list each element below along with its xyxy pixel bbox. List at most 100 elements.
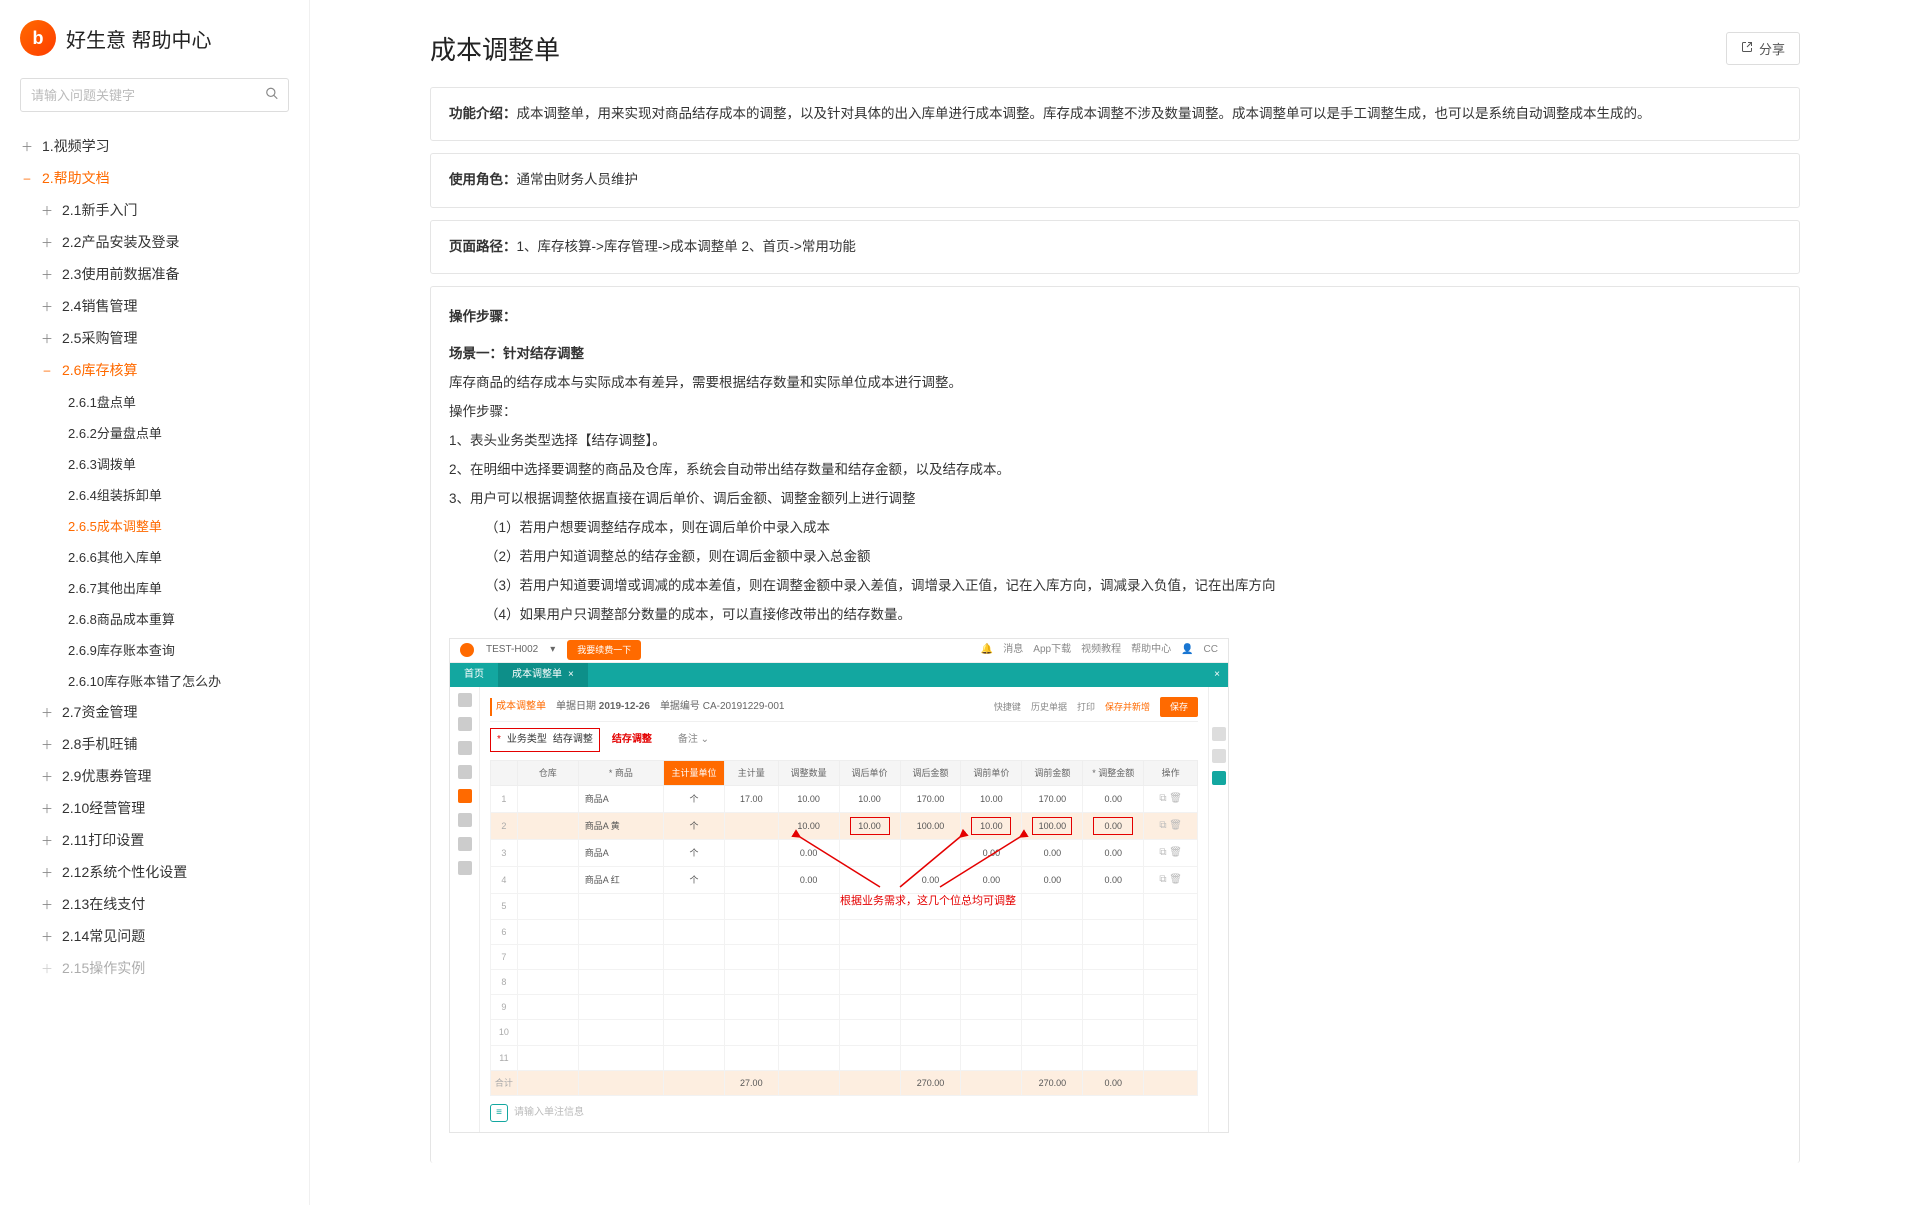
minus-icon: – — [20, 171, 34, 185]
nav-item-269[interactable]: 2.6.9库存账本查询 — [20, 634, 289, 665]
nav-item-267[interactable]: 2.6.7其他出库单 — [20, 572, 289, 603]
nav-item-265-current[interactable]: 2.6.5成本调整单 — [20, 510, 289, 541]
share-label: 分享 — [1759, 39, 1785, 58]
nav-item-22[interactable]: ＋2.2产品安装及登录 — [20, 226, 289, 258]
avatar-icon: 👤 — [1181, 641, 1193, 659]
sum-qty: 27.00 — [725, 1070, 779, 1095]
nav-item-docs[interactable]: –2.帮助文档 — [20, 162, 289, 194]
nav-item-264[interactable]: 2.6.4组装拆卸单 — [20, 479, 289, 510]
nav-item-213[interactable]: ＋2.13在线支付 — [20, 888, 289, 920]
annotation-1: 结存调整 — [612, 731, 652, 749]
main-content: 成本调整单 分享 功能介绍：成本调整单，用来实现对商品结存成本的调整，以及针对具… — [310, 0, 1920, 1205]
brand-logo-icon: b — [20, 20, 56, 56]
shot-topbar: TEST-H002 ▾ 我要续费一下 🔔消息 App下载 视频教程 帮助中心 👤… — [450, 639, 1228, 663]
brand-row: b 好生意 帮助中心 — [20, 20, 289, 56]
nav-item-25[interactable]: ＋2.5采购管理 — [20, 322, 289, 354]
nav-item-21[interactable]: ＋2.1新手入门 — [20, 194, 289, 226]
rail-icon — [458, 813, 472, 827]
plus-icon: ＋ — [40, 203, 54, 217]
nav-item-214[interactable]: ＋2.14常见问题 — [20, 920, 289, 952]
scene1-desc: 库存商品的结存成本与实际成本有差异，需要根据结存数量和实际单位成本进行调整。 — [449, 369, 1781, 396]
nav-item-261[interactable]: 2.6.1盘点单 — [20, 386, 289, 417]
nav-item-video[interactable]: ＋1.视频学习 — [20, 130, 289, 162]
th-bprice: 调后单价 — [839, 761, 900, 786]
search-icon[interactable] — [265, 87, 279, 104]
step-3: 3、用户可以根据调整依据直接在调后单价、调后金额、调整金额列上进行调整 — [449, 485, 1781, 512]
biztype-value: 结存调整 — [553, 731, 593, 749]
th-store: 仓库 — [517, 761, 578, 786]
rail-icon — [458, 765, 472, 779]
shot-date-value: 2019-12-26 — [599, 701, 650, 712]
shot-tab-home: 首页 — [450, 663, 498, 687]
rail-icon — [458, 741, 472, 755]
step-3c: （3）若用户知道要调增或调减的成本差值，则在调整金额中录入差值，调增录入正值，记… — [449, 572, 1781, 599]
nav-item-26[interactable]: –2.6库存核算 — [20, 354, 289, 386]
tool-icon — [1212, 749, 1226, 763]
nav-item-212[interactable]: ＋2.12系统个性化设置 — [20, 856, 289, 888]
nav-item-29[interactable]: ＋2.9优惠券管理 — [20, 760, 289, 792]
biztype-label: 业务类型 — [507, 731, 547, 749]
th-bqty: 调整数量 — [778, 761, 839, 786]
brand-title: 好生意 帮助中心 — [66, 24, 212, 53]
th-op: 操作 — [1144, 761, 1198, 786]
plus-icon: ＋ — [40, 267, 54, 281]
close-all-icon: × — [1214, 666, 1228, 684]
shot-date-label: 单据日期 — [556, 701, 596, 712]
nav-item-28[interactable]: ＋2.8手机旺铺 — [20, 728, 289, 760]
nav-item-266[interactable]: 2.6.6其他入库单 — [20, 541, 289, 572]
scene1-steps-label: 操作步骤： — [449, 398, 1781, 425]
nav-item-268[interactable]: 2.6.8商品成本重算 — [20, 603, 289, 634]
nav-item-2610[interactable]: 2.6.10库存账本错了怎么办 — [20, 665, 289, 696]
shot-code-label: 单据编号 — [660, 701, 700, 712]
plus-icon: ＋ — [40, 331, 54, 345]
steps-label: 操作步骤： — [449, 303, 1781, 330]
shot-logo-icon — [460, 643, 474, 657]
shot-right-tools — [1208, 687, 1228, 1132]
shot-tabs: 首页 成本调整单× × — [450, 663, 1228, 687]
minus-icon: – — [40, 363, 54, 377]
plus-icon: ＋ — [40, 801, 54, 815]
rail-icon — [458, 837, 472, 851]
shot-org: TEST-H002 — [486, 641, 538, 659]
rail-icon — [458, 717, 472, 731]
plus-icon: ＋ — [40, 705, 54, 719]
required-star: * — [497, 731, 501, 749]
shot-tab-doc: 成本调整单× — [498, 663, 588, 687]
th-item: * 商品 — [578, 761, 663, 786]
share-button[interactable]: 分享 — [1726, 32, 1800, 65]
intro-box: 功能介绍：成本调整单，用来实现对商品结存成本的调整，以及针对具体的出入库单进行成… — [430, 87, 1800, 141]
plus-icon: ＋ — [40, 299, 54, 313]
nav-item-263[interactable]: 2.6.3调拨单 — [20, 448, 289, 479]
sum-aamt: 270.00 — [1022, 1070, 1083, 1095]
sum-adj: 0.00 — [1083, 1070, 1144, 1095]
plus-icon: ＋ — [40, 737, 54, 751]
nav-item-262[interactable]: 2.6.2分量盘点单 — [20, 417, 289, 448]
search-box — [20, 78, 289, 112]
nav-item-211[interactable]: ＋2.11打印设置 — [20, 824, 289, 856]
scene1-title: 场景一：针对结存调整 — [449, 340, 1781, 367]
plus-icon: ＋ — [40, 929, 54, 943]
step-3b: （2）若用户知道调整总的结存金额，则在调后金额中录入总金额 — [449, 543, 1781, 570]
role-box: 使用角色：通常由财务人员维护 — [430, 153, 1800, 207]
nav-item-210[interactable]: ＋2.10经营管理 — [20, 792, 289, 824]
shot-msg: 消息 — [1003, 641, 1023, 659]
th-bamt: 调后金额 — [900, 761, 961, 786]
step-2: 2、在明细中选择要调整的商品及仓库，系统会自动带出结存数量和结存金额，以及结存成… — [449, 456, 1781, 483]
th-unit: 主计量单位 — [664, 761, 725, 786]
intro-text: 成本调整单，用来实现对商品结存成本的调整，以及针对具体的出入库单进行成本调整。库… — [517, 106, 1651, 121]
th-aamt: 调前金额 — [1022, 761, 1083, 786]
shot-video: 视频教程 — [1081, 641, 1121, 659]
plus-icon: ＋ — [40, 897, 54, 911]
plus-icon: ＋ — [20, 139, 34, 153]
nav-item-215[interactable]: ＋2.15操作实例 — [20, 952, 289, 984]
shot-savenew: 保存并新增 — [1105, 699, 1150, 715]
table-row: 2商品A 黄个10.0010.00100.0010.00100.000.00⧉ … — [491, 813, 1198, 840]
nav-item-23[interactable]: ＋2.3使用前数据准备 — [20, 258, 289, 290]
th-qty: 主计量 — [725, 761, 779, 786]
nav-item-24[interactable]: ＋2.4销售管理 — [20, 290, 289, 322]
nav-item-27[interactable]: ＋2.7资金管理 — [20, 696, 289, 728]
foot-placeholder: 请输入单注信息 — [514, 1104, 584, 1122]
plus-icon: ＋ — [40, 961, 54, 975]
table-row: 4商品A 红个0.000.000.000.000.00⧉ 🗑 — [491, 867, 1198, 894]
search-input[interactable] — [20, 78, 289, 112]
